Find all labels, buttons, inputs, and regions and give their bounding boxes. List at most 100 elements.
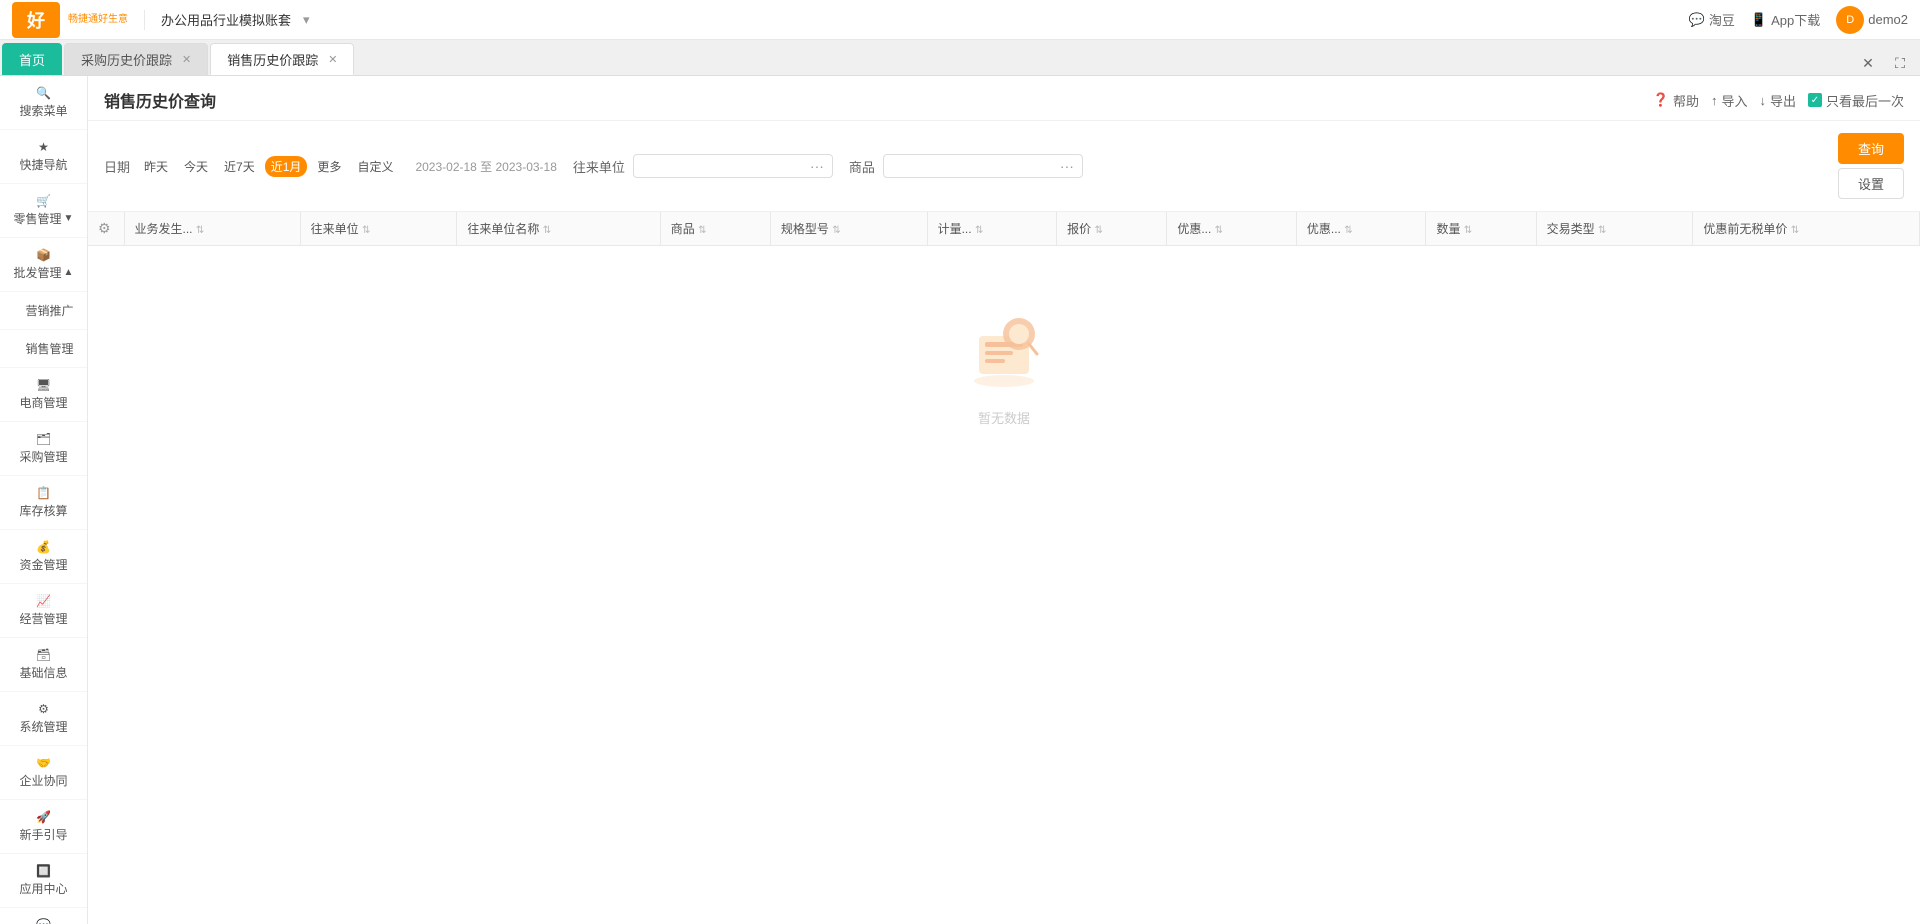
sidebar-item-purchase[interactable]: 🗂 采购管理 <box>0 422 87 476</box>
dropdown-icon[interactable]: ▾ <box>303 12 310 28</box>
sidebar-item-enterprise-collab[interactable]: 🤝 企业协同 <box>0 746 87 800</box>
sidebar-collab-label: 企业协同 <box>19 772 67 789</box>
th-settings[interactable]: ⚙ <box>88 212 124 246</box>
sort-icon-partner-code: ⇅ <box>362 225 370 236</box>
th-quantity[interactable]: 数量 ⇅ <box>1426 212 1536 246</box>
sidebar-item-search[interactable]: 🔍 搜索菜单 <box>0 76 87 130</box>
search-icon: 🔍 <box>36 86 51 100</box>
th-product[interactable]: 商品 ⇅ <box>660 212 770 246</box>
import-label: 导入 <box>1721 91 1747 110</box>
export-icon: ↓ <box>1759 93 1766 108</box>
sidebar-item-ecommerce[interactable]: 🖥 电商管理 <box>0 368 87 422</box>
help-button[interactable]: ❓ 帮助 <box>1653 91 1699 110</box>
import-button[interactable]: ↑ 导入 <box>1711 91 1748 110</box>
logo-text: 畅捷通好生意 <box>68 14 128 26</box>
sidebar-item-newbie[interactable]: 🚀 新手引导 <box>0 800 87 854</box>
tab-home[interactable]: 首页 <box>2 43 62 75</box>
partner-dots-icon[interactable]: ··· <box>810 158 824 174</box>
sidebar-newbie-label: 新手引导 <box>19 826 67 843</box>
help-label: 帮助 <box>1673 91 1699 110</box>
settings-button[interactable]: 设置 <box>1838 168 1904 199</box>
sidebar-item-sales-mgmt[interactable]: 销售管理 <box>0 330 87 368</box>
sort-icon-discount2: ⇅ <box>1344 225 1352 236</box>
tab-sales-close[interactable]: ✕ <box>328 53 337 66</box>
sidebar-quicknav-label: 快捷导航 <box>19 156 67 173</box>
date-option-more[interactable]: 更多 <box>311 156 347 177</box>
content-area: 销售历史价查询 ❓ 帮助 ↑ 导入 ↓ 导出 ✓ 只看最后一次 <box>88 76 1920 924</box>
username: demo2 <box>1868 12 1908 27</box>
sidebar-item-operations[interactable]: 📈 经营管理 <box>0 584 87 638</box>
tab-sales-label: 销售历史价跟踪 <box>227 50 318 69</box>
wholesale-expand-icon: ▲ <box>64 267 74 278</box>
table-header: ⚙ 业务发生... ⇅ 往来单位 ⇅ 往来单位名称 ⇅ <box>88 212 1920 246</box>
export-label: 导出 <box>1770 91 1796 110</box>
th-trade-type[interactable]: 交易类型 ⇅ <box>1536 212 1693 246</box>
app-download-action[interactable]: 📱 App下载 <box>1751 10 1820 29</box>
wechat-icon: 💬 <box>36 918 51 924</box>
sidebar-inventory-label: 库存核算 <box>19 502 67 519</box>
chat-action[interactable]: 💬 淘豆 <box>1689 10 1735 29</box>
retail-expand-icon: ▼ <box>64 213 74 224</box>
sidebar-item-inventory[interactable]: 📋 库存核算 <box>0 476 87 530</box>
sidebar-item-retail[interactable]: 🛒 零售管理 ▼ <box>0 184 87 238</box>
empty-text: 暂无数据 <box>978 408 1030 427</box>
product-filter-group: 商品 ··· <box>849 154 1083 178</box>
sidebar-search-label: 搜索菜单 <box>19 102 67 119</box>
export-button[interactable]: ↓ 导出 <box>1759 91 1796 110</box>
sort-icon-price: ⇅ <box>1095 225 1103 236</box>
th-discount2[interactable]: 优惠... ⇅ <box>1296 212 1426 246</box>
date-option-7days[interactable]: 近7天 <box>218 156 261 177</box>
operations-icon: 📈 <box>36 594 51 608</box>
sidebar-item-marketing[interactable]: 营销推广 <box>0 292 87 330</box>
date-filter-group: 日期 昨天 今天 近7天 近1月 更多 自定义 2023-02-18 至 202… <box>104 156 557 177</box>
data-table: ⚙ 业务发生... ⇅ 往来单位 ⇅ 往来单位名称 ⇅ <box>88 212 1920 246</box>
sidebar-item-basic-info[interactable]: 🗃 基础信息 <box>0 638 87 692</box>
sidebar-item-app-center[interactable]: 🔲 应用中心 <box>0 854 87 908</box>
product-dots-icon[interactable]: ··· <box>1060 158 1074 174</box>
import-icon: ↑ <box>1711 93 1718 108</box>
appcenter-icon: 🔲 <box>36 864 51 878</box>
sidebar-item-wholesale[interactable]: 📦 批发管理 ▲ <box>0 238 87 292</box>
sort-icon-product: ⇅ <box>698 225 706 236</box>
date-option-1month[interactable]: 近1月 <box>265 156 308 177</box>
th-business-date[interactable]: 业务发生... ⇅ <box>124 212 300 246</box>
tab-sales-history[interactable]: 销售历史价跟踪 ✕ <box>210 43 354 75</box>
th-partner-code[interactable]: 往来单位 ⇅ <box>300 212 457 246</box>
date-option-today[interactable]: 今天 <box>178 156 214 177</box>
sidebar-item-system[interactable]: ⚙ 系统管理 <box>0 692 87 746</box>
close-all-tabs-button[interactable]: ✕ <box>1856 51 1880 75</box>
gear-icon[interactable]: ⚙ <box>98 220 111 236</box>
table-container: ⚙ 业务发生... ⇅ 往来单位 ⇅ 往来单位名称 ⇅ <box>88 212 1920 924</box>
partner-filter-label: 往来单位 <box>573 157 625 176</box>
partner-input[interactable]: ··· <box>633 154 833 178</box>
sidebar-finance-label: 资金管理 <box>19 556 67 573</box>
sidebar-item-enterprise-wechat[interactable]: 💬 企业微信 <box>0 908 87 924</box>
tab-purchase-history[interactable]: 采购历史价跟踪 ✕ <box>64 43 208 75</box>
th-spec[interactable]: 规格型号 ⇅ <box>770 212 927 246</box>
empty-svg <box>959 306 1049 396</box>
sidebar-item-finance[interactable]: 💰 资金管理 <box>0 530 87 584</box>
only-last-checkbox-label[interactable]: ✓ 只看最后一次 <box>1808 91 1904 110</box>
topbar-left: 好 畅捷通好生意 办公用品行业模拟账套 ▾ <box>12 2 310 38</box>
wholesale-icon: 📦 <box>36 248 51 262</box>
product-input[interactable]: ··· <box>883 154 1083 178</box>
user-avatar-area[interactable]: D demo2 <box>1836 6 1908 34</box>
sidebar-wholesale-label: 批发管理 <box>14 264 62 281</box>
query-button[interactable]: 查询 <box>1838 133 1904 164</box>
empty-state: 暂无数据 <box>88 246 1920 487</box>
date-option-yesterday[interactable]: 昨天 <box>138 156 174 177</box>
fullscreen-button[interactable]: ⛶ <box>1888 51 1912 75</box>
th-unit[interactable]: 计量... ⇅ <box>927 212 1057 246</box>
filter-buttons: 查询 设置 <box>1838 133 1904 199</box>
th-discount1[interactable]: 优惠... ⇅ <box>1167 212 1297 246</box>
th-price[interactable]: 报价 ⇅ <box>1057 212 1167 246</box>
th-partner-name[interactable]: 往来单位名称 ⇅ <box>457 212 660 246</box>
chat-icon: 💬 <box>1689 12 1705 28</box>
sidebar-item-quick-nav[interactable]: ★ 快捷导航 <box>0 130 87 184</box>
tab-purchase-close[interactable]: ✕ <box>182 53 191 66</box>
sort-icon-discount1: ⇅ <box>1215 225 1223 236</box>
date-option-custom[interactable]: 自定义 <box>351 156 399 177</box>
sidebar-salesmgmt-label: 销售管理 <box>25 340 73 357</box>
only-last-checkbox[interactable]: ✓ <box>1808 93 1822 107</box>
th-pretax-price[interactable]: 优惠前无税单价 ⇅ <box>1693 212 1920 246</box>
